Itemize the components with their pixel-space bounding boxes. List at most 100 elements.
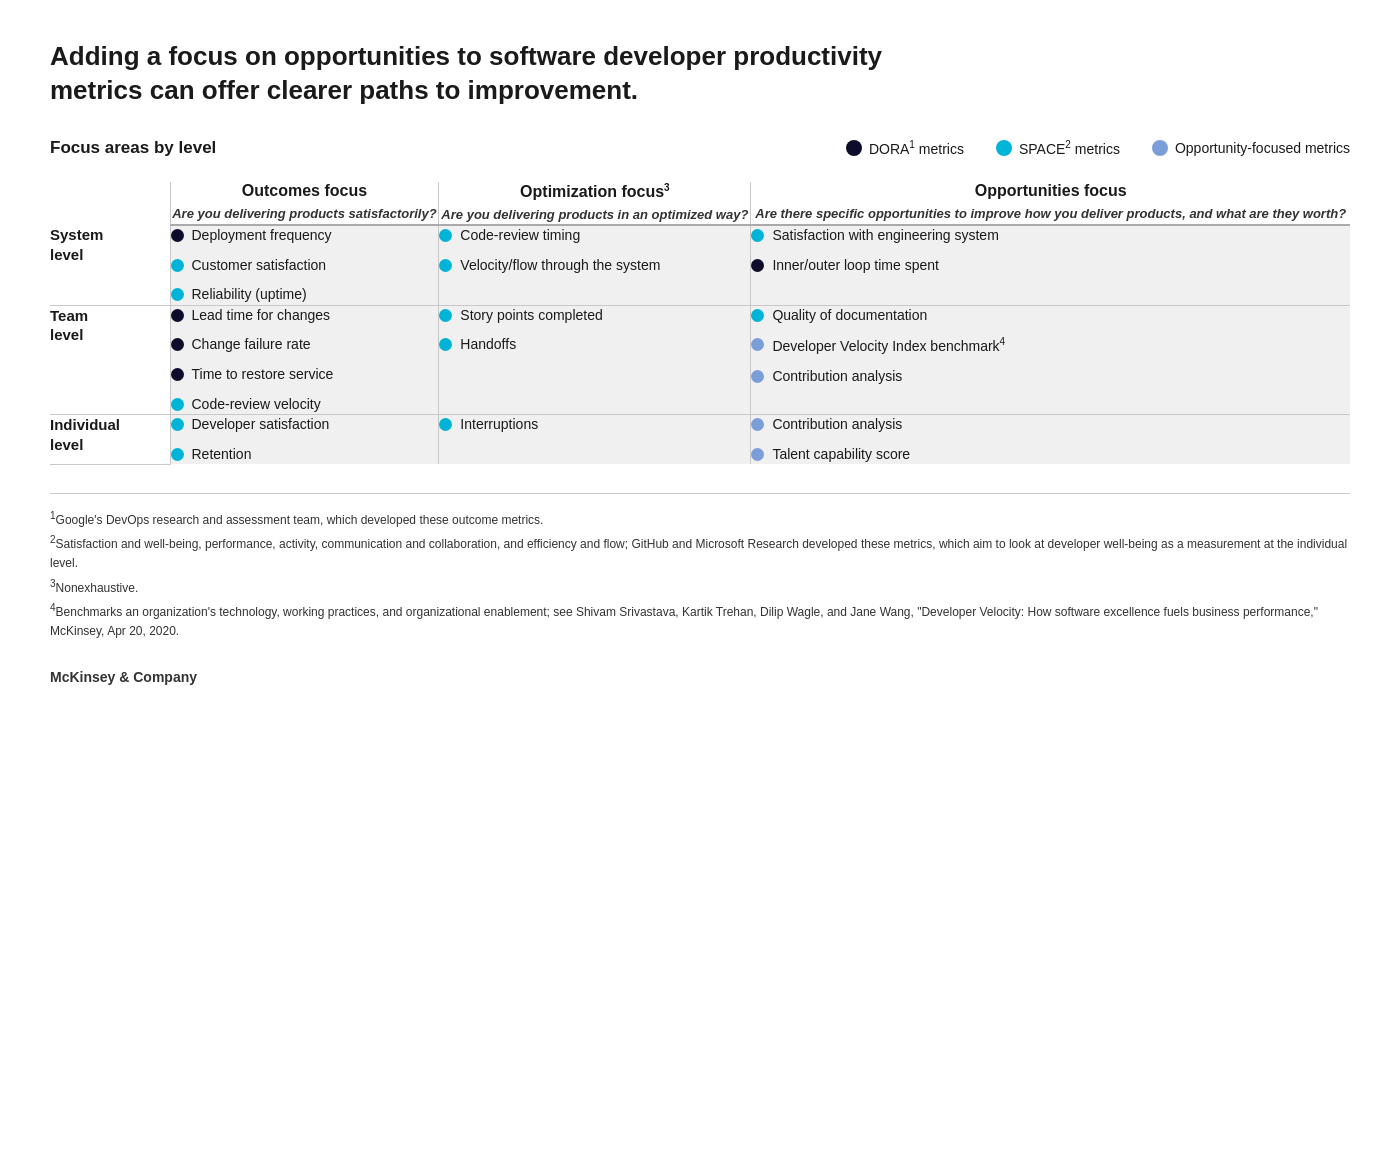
list-item: Code-review timing [439,226,750,246]
list-item: Talent capability score [751,445,1350,465]
list-item: Deployment frequency [171,226,439,246]
list-item: Lead time for changes [171,306,439,326]
space-dot-icon [439,229,452,242]
dora-dot-icon [846,140,862,156]
legend-opportunity-label: Opportunity-focused metrics [1175,140,1350,156]
opportunity-dot-icon [751,370,764,383]
dora-dot-icon [171,338,184,351]
optimization-title: Optimization focus3 [439,182,750,201]
dora-dot-icon [751,259,764,272]
metric-text: Satisfaction with engineering system [772,226,998,246]
metric-text: Time to restore service [192,365,334,385]
list-item: Retention [171,445,439,465]
metric-text: Inner/outer loop time spent [772,256,939,276]
list-item: Time to restore service [171,365,439,385]
metric-text: Reliability (uptime) [192,285,307,305]
space-dot-icon [171,418,184,431]
level-cell-0: Systemlevel [50,225,170,305]
metric-text: Lead time for changes [192,306,331,326]
footnote-1: 1Google's DevOps research and assessment… [50,508,1350,530]
level-cell-1: Teamlevel [50,305,170,414]
metric-text: Deployment frequency [192,226,332,246]
dora-dot-icon [171,229,184,242]
header-level-cell [50,182,170,226]
cell-optimization-2: Interruptions [439,415,751,465]
cell-optimization-1: Story points completed Handoffs [439,305,751,414]
footnote-2: 2Satisfaction and well-being, performanc… [50,532,1350,573]
metric-text: Velocity/flow through the system [460,256,660,276]
outcomes-subtitle: Are you delivering products satisfactori… [172,206,436,221]
space-dot-icon [996,140,1012,156]
metric-text: Change failure rate [192,335,311,355]
dora-dot-icon [171,368,184,381]
level-cell-2: Individuallevel [50,415,170,465]
list-item: Inner/outer loop time spent [751,256,1350,276]
space-dot-icon [171,448,184,461]
legend-space: SPACE2 metrics [996,139,1120,157]
list-item: Quality of documentation [751,306,1350,326]
opportunity-dot-icon [751,448,764,461]
level-title-1: Teamlevel [50,307,88,344]
opportunities-subtitle: Are there specific opportunities to impr… [755,206,1346,221]
space-dot-icon [751,229,764,242]
opportunity-dot-icon [751,418,764,431]
space-dot-icon [171,398,184,411]
outcomes-title: Outcomes focus [171,182,439,200]
focus-table: Outcomes focus Are you delivering produc… [50,182,1350,465]
header-opportunities: Opportunities focus Are there specific o… [751,182,1350,226]
metric-text: Developer satisfaction [192,415,330,435]
list-item: Velocity/flow through the system [439,256,750,276]
opportunities-title: Opportunities focus [751,182,1350,200]
legend-row: Focus areas by level DORA1 metrics SPACE… [50,138,1350,158]
list-item: Contribution analysis [751,367,1350,387]
metric-text: Code-review velocity [192,395,321,415]
footnote-3: 3Nonexhaustive. [50,576,1350,598]
metric-text: Customer satisfaction [192,256,327,276]
cell-outcomes-1: Lead time for changes Change failure rate… [170,305,439,414]
space-dot-icon [171,259,184,272]
cell-outcomes-2: Developer satisfaction Retention [170,415,439,465]
optimization-subtitle: Are you delivering products in an optimi… [441,207,748,222]
metric-text: Talent capability score [772,445,910,465]
space-dot-icon [171,288,184,301]
brand-label: McKinsey & Company [50,669,1350,685]
space-dot-icon [439,259,452,272]
legend-dora: DORA1 metrics [846,139,964,157]
list-item: Contribution analysis [751,415,1350,435]
list-item: Code-review velocity [171,395,439,415]
legend-opportunity: Opportunity-focused metrics [1152,140,1350,156]
header-optimization: Optimization focus3 Are you delivering p… [439,182,751,226]
cell-outcomes-0: Deployment frequency Customer satisfactio… [170,225,439,305]
footnote-4: 4Benchmarks an organization's technology… [50,600,1350,641]
opportunity-dot-icon [751,338,764,351]
space-dot-icon [439,338,452,351]
metric-text: Contribution analysis [772,367,902,387]
metric-text: Handoffs [460,335,516,355]
metric-text: Quality of documentation [772,306,927,326]
legend-dora-label: DORA1 metrics [869,139,964,157]
space-dot-icon [751,309,764,322]
footnotes: 1Google's DevOps research and assessment… [50,493,1350,641]
cell-opportunities-0: Satisfaction with engineering system Inne… [751,225,1350,305]
page-title: Adding a focus on opportunities to softw… [50,40,910,108]
opportunity-dot-icon [1152,140,1168,156]
space-dot-icon [439,418,452,431]
list-item: Interruptions [439,415,750,435]
level-title-0: Systemlevel [50,226,103,263]
level-title-2: Individuallevel [50,416,120,453]
space-dot-icon [439,309,452,322]
cell-opportunities-1: Quality of documentation Developer Veloci… [751,305,1350,414]
legend-space-label: SPACE2 metrics [1019,139,1120,157]
metric-text: Story points completed [460,306,602,326]
metric-text: Developer Velocity Index benchmark4 [772,335,1005,356]
list-item: Handoffs [439,335,750,355]
list-item: Satisfaction with engineering system [751,226,1350,246]
list-item: Developer Velocity Index benchmark4 [751,335,1350,356]
cell-optimization-0: Code-review timing Velocity/flow through … [439,225,751,305]
list-item: Developer satisfaction [171,415,439,435]
header-outcomes: Outcomes focus Are you delivering produc… [170,182,439,226]
metric-text: Contribution analysis [772,415,902,435]
list-item: Customer satisfaction [171,256,439,276]
legend-label: Focus areas by level [50,138,216,158]
cell-opportunities-2: Contribution analysis Talent capability s… [751,415,1350,465]
